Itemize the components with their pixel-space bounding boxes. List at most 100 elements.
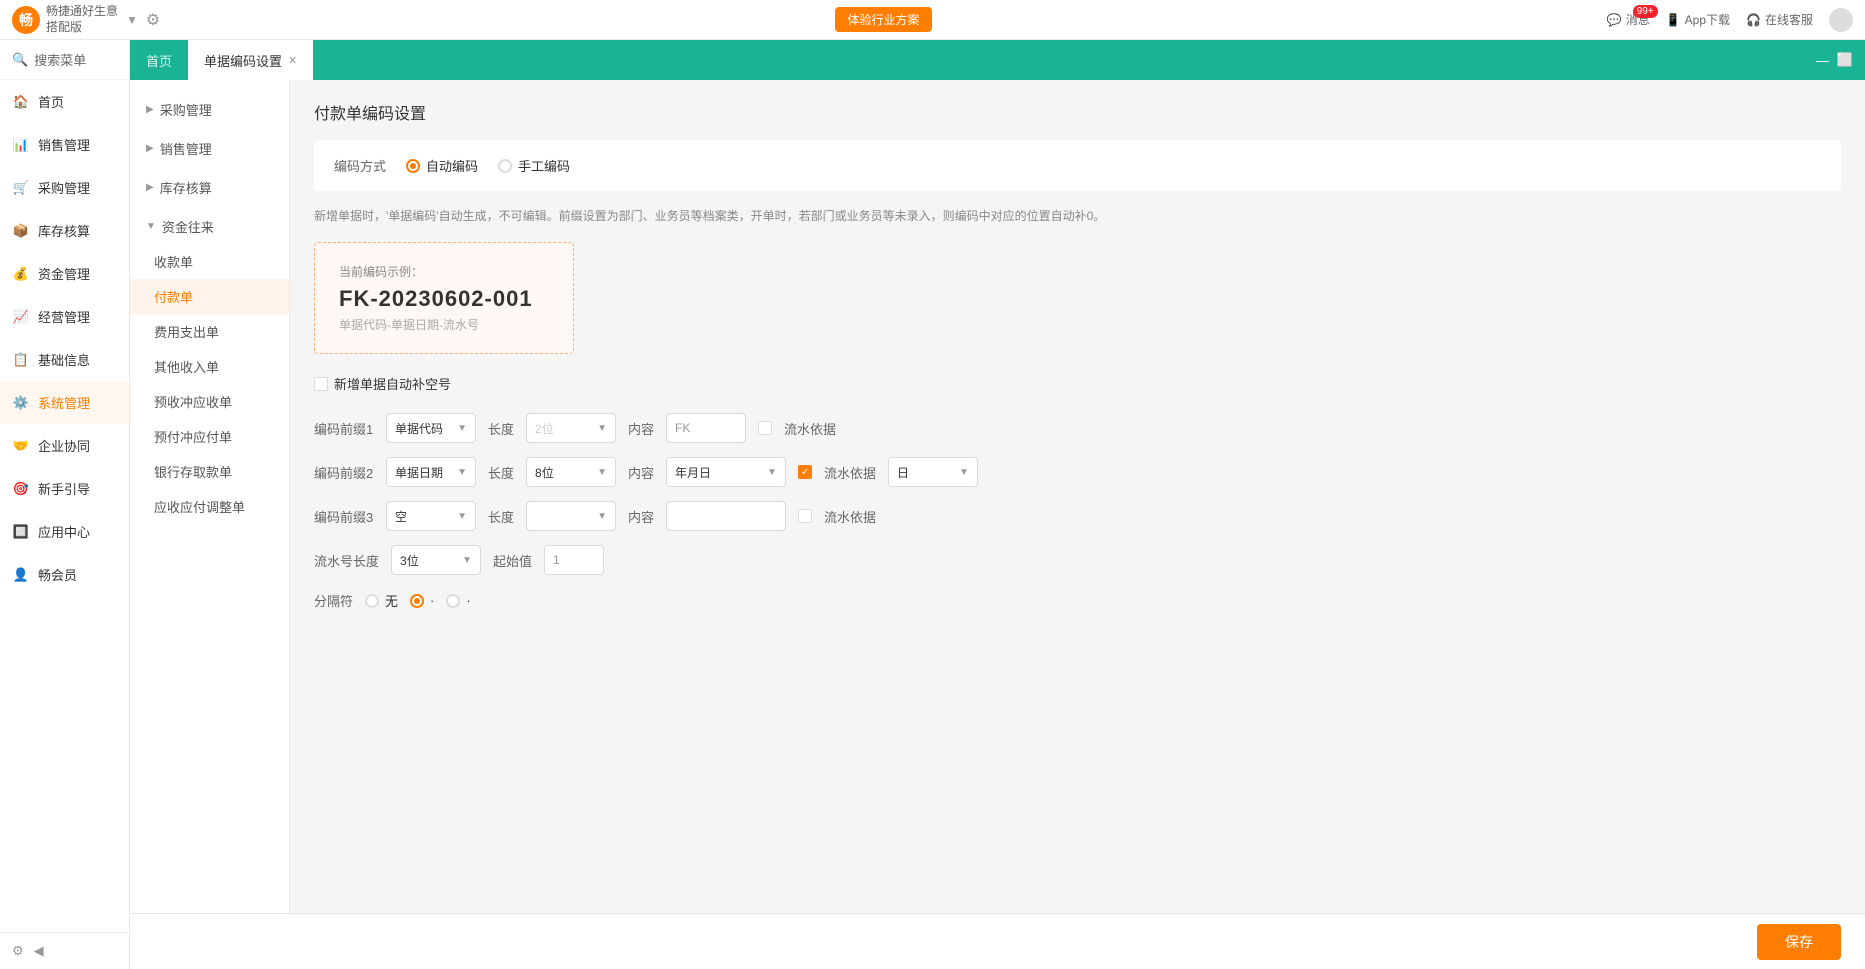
sep-dot2-radio[interactable]: · bbox=[446, 593, 470, 608]
preview-label: 当前编码示例： bbox=[339, 263, 549, 280]
online-service-item[interactable]: 🎧 在线客服 bbox=[1746, 11, 1813, 28]
sep-dot-radio[interactable]: · bbox=[410, 593, 434, 608]
content-body: ▶ 采购管理 ▶ 销售管理 ▶ 库存核算 bbox=[130, 80, 1865, 913]
sidebar-item-member[interactable]: 👤 畅会员 bbox=[0, 553, 129, 596]
coding-method-section: 编码方式 自动编码 手工编码 bbox=[314, 140, 1841, 191]
sidebar-item-basics[interactable]: 📋 基础信息 bbox=[0, 338, 129, 381]
prefix3-select[interactable]: 空 ▼ bbox=[386, 501, 476, 531]
caret-icon-7: ▼ bbox=[457, 511, 467, 522]
search-menu[interactable]: 🔍 搜索菜单 bbox=[0, 40, 129, 80]
tab-doc-code[interactable]: 单据编码设置 ✕ bbox=[188, 40, 313, 80]
serial2-checkbox[interactable]: ✓ bbox=[798, 465, 812, 479]
caret-icon-8: ▼ bbox=[597, 511, 607, 522]
serial3-checkbox[interactable] bbox=[798, 509, 812, 523]
form-row-2: 编码前缀2 单据日期 ▼ 长度 8位 ▼ 内容 年月日 ▼ ✓ bbox=[314, 457, 1841, 487]
sidebar-item-enterprise[interactable]: 🤝 企业协同 bbox=[0, 424, 129, 467]
chevron-right-icon-2: ▶ bbox=[146, 143, 154, 154]
sidebar-item-operations[interactable]: 📈 经营管理 bbox=[0, 295, 129, 338]
message-item[interactable]: 💬 消息 99+ bbox=[1607, 11, 1650, 28]
trial-button[interactable]: 体验行业方案 bbox=[835, 7, 931, 32]
tab-bar-actions: — ⬜ bbox=[1816, 52, 1865, 68]
nav-leaf-other-income[interactable]: 其他收入单 bbox=[130, 349, 289, 384]
length2-select[interactable]: 8位 ▼ bbox=[526, 457, 616, 487]
content1-label: 内容 bbox=[628, 419, 654, 438]
prefix2-select[interactable]: 单据日期 ▼ bbox=[386, 457, 476, 487]
serial-length-row: 流水号长度 3位 ▼ 起始值 1 bbox=[314, 545, 1841, 575]
settings-footer-icon[interactable]: ⚙ bbox=[12, 943, 24, 959]
caret-icon-6: ▼ bbox=[959, 467, 969, 478]
caret-icon-5: ▼ bbox=[767, 467, 777, 478]
chevron-right-icon-3: ▶ bbox=[146, 182, 154, 193]
tab-home[interactable]: 首页 bbox=[130, 40, 188, 80]
sidebar-item-inventory[interactable]: 📦 库存核算 bbox=[0, 209, 129, 252]
service-icon: 🎧 bbox=[1746, 13, 1761, 27]
period-select[interactable]: 日 ▼ bbox=[888, 457, 978, 487]
start-value-label: 起始值 bbox=[493, 551, 532, 570]
user-avatar[interactable] bbox=[1829, 8, 1853, 32]
page-title: 付款单编码设置 bbox=[314, 100, 1841, 124]
nav-leaf-expense[interactable]: 费用支出单 bbox=[130, 314, 289, 349]
dropdown-arrow[interactable]: ▼ bbox=[126, 13, 138, 27]
collapse-icon[interactable]: ◀ bbox=[34, 943, 44, 959]
start-value-input[interactable]: 1 bbox=[544, 545, 604, 575]
sales-icon: 📊 bbox=[12, 136, 30, 154]
nav-leaf-prepay-pay[interactable]: 预付冲应付单 bbox=[130, 419, 289, 454]
auto-code-radio[interactable]: 自动编码 bbox=[406, 156, 478, 175]
prefix1-select[interactable]: 单据代码 ▼ bbox=[386, 413, 476, 443]
content3-label: 内容 bbox=[628, 507, 654, 526]
home-icon: 🏠 bbox=[12, 93, 30, 111]
content1-input[interactable]: FK bbox=[666, 413, 746, 443]
sidebar-item-finance[interactable]: 💰 资金管理 bbox=[0, 252, 129, 295]
serial1-checkbox[interactable] bbox=[758, 421, 772, 435]
sidebar-item-purchase[interactable]: 🛒 采购管理 bbox=[0, 166, 129, 209]
prefix3-label: 编码前缀3 bbox=[314, 507, 374, 526]
sidebar-item-sales[interactable]: 📊 销售管理 bbox=[0, 123, 129, 166]
preview-sub: 单据代码-单据日期-流水号 bbox=[339, 316, 549, 333]
manual-code-dot bbox=[498, 159, 512, 173]
coding-method-label: 编码方式 bbox=[334, 156, 386, 175]
nav-leaf-adjust[interactable]: 应收应付调整单 bbox=[130, 489, 289, 524]
nav-leaf-receipt[interactable]: 收款单 bbox=[130, 244, 289, 279]
sep-dot2-dot bbox=[446, 594, 460, 608]
guide-icon: 🎯 bbox=[12, 480, 30, 498]
settings-icon[interactable]: ⚙ bbox=[146, 10, 160, 30]
tab-close-icon[interactable]: ✕ bbox=[288, 54, 297, 67]
main-panel: 付款单编码设置 编码方式 自动编码 手工编码 bbox=[290, 80, 1865, 913]
auto-fill-row[interactable]: 新增单据自动补空号 bbox=[314, 374, 1841, 393]
sidebar-footer: ⚙ ◀ bbox=[0, 932, 129, 969]
nav-group-sales: ▶ 销售管理 bbox=[130, 131, 289, 166]
auto-fill-checkbox[interactable] bbox=[314, 377, 328, 391]
serial3-label: 流水依据 bbox=[824, 507, 876, 526]
apps-icon: 🔲 bbox=[12, 523, 30, 541]
sidebar-item-guide[interactable]: 🎯 新手引导 bbox=[0, 467, 129, 510]
tab-minimize-icon[interactable]: — bbox=[1816, 53, 1829, 68]
length3-select[interactable]: ▼ bbox=[526, 501, 616, 531]
nav-group-inventory-title[interactable]: ▶ 库存核算 bbox=[130, 170, 289, 205]
serial-length-select[interactable]: 3位 ▼ bbox=[391, 545, 481, 575]
content2-select[interactable]: 年月日 ▼ bbox=[666, 457, 786, 487]
operations-icon: 📈 bbox=[12, 308, 30, 326]
serial2-label: 流水依据 bbox=[824, 463, 876, 482]
content3-input[interactable] bbox=[666, 501, 786, 531]
tab-maximize-icon[interactable]: ⬜ bbox=[1837, 52, 1853, 68]
nav-leaf-prepay-recv[interactable]: 预收冲应收单 bbox=[130, 384, 289, 419]
sidebar-item-apps[interactable]: 🔲 应用中心 bbox=[0, 510, 129, 553]
form-row-1: 编码前缀1 单据代码 ▼ 长度 2位 ▼ 内容 FK 流水依据 bbox=[314, 413, 1841, 443]
save-button[interactable]: 保存 bbox=[1757, 924, 1841, 960]
nav-group-capital-title[interactable]: ▼ 资金往来 bbox=[130, 209, 289, 244]
sidebar-item-system[interactable]: ⚙️ 系统管理 bbox=[0, 381, 129, 424]
nav-group-purchase-title[interactable]: ▶ 采购管理 bbox=[130, 92, 289, 127]
nav-leaf-bank[interactable]: 银行存取款单 bbox=[130, 454, 289, 489]
tab-bar: 首页 单据编码设置 ✕ — ⬜ bbox=[130, 40, 1865, 80]
manual-code-radio[interactable]: 手工编码 bbox=[498, 156, 570, 175]
sep-none-radio[interactable]: 无 bbox=[365, 591, 398, 610]
chevron-right-icon: ▶ bbox=[146, 104, 154, 115]
purchase-icon: 🛒 bbox=[12, 179, 30, 197]
sidebar-item-home[interactable]: 🏠 首页 bbox=[0, 80, 129, 123]
secondary-nav: ▶ 采购管理 ▶ 销售管理 ▶ 库存核算 bbox=[130, 80, 290, 913]
length1-select[interactable]: 2位 ▼ bbox=[526, 413, 616, 443]
nav-leaf-payment[interactable]: 付款单 bbox=[130, 279, 289, 314]
nav-group-capital: ▼ 资金往来 收款单 付款单 费用支出单 其他收入单 预收冲应收单 预付冲应付单… bbox=[130, 209, 289, 524]
app-download-item[interactable]: 📱 App下载 bbox=[1666, 11, 1730, 28]
nav-group-sales-title[interactable]: ▶ 销售管理 bbox=[130, 131, 289, 166]
